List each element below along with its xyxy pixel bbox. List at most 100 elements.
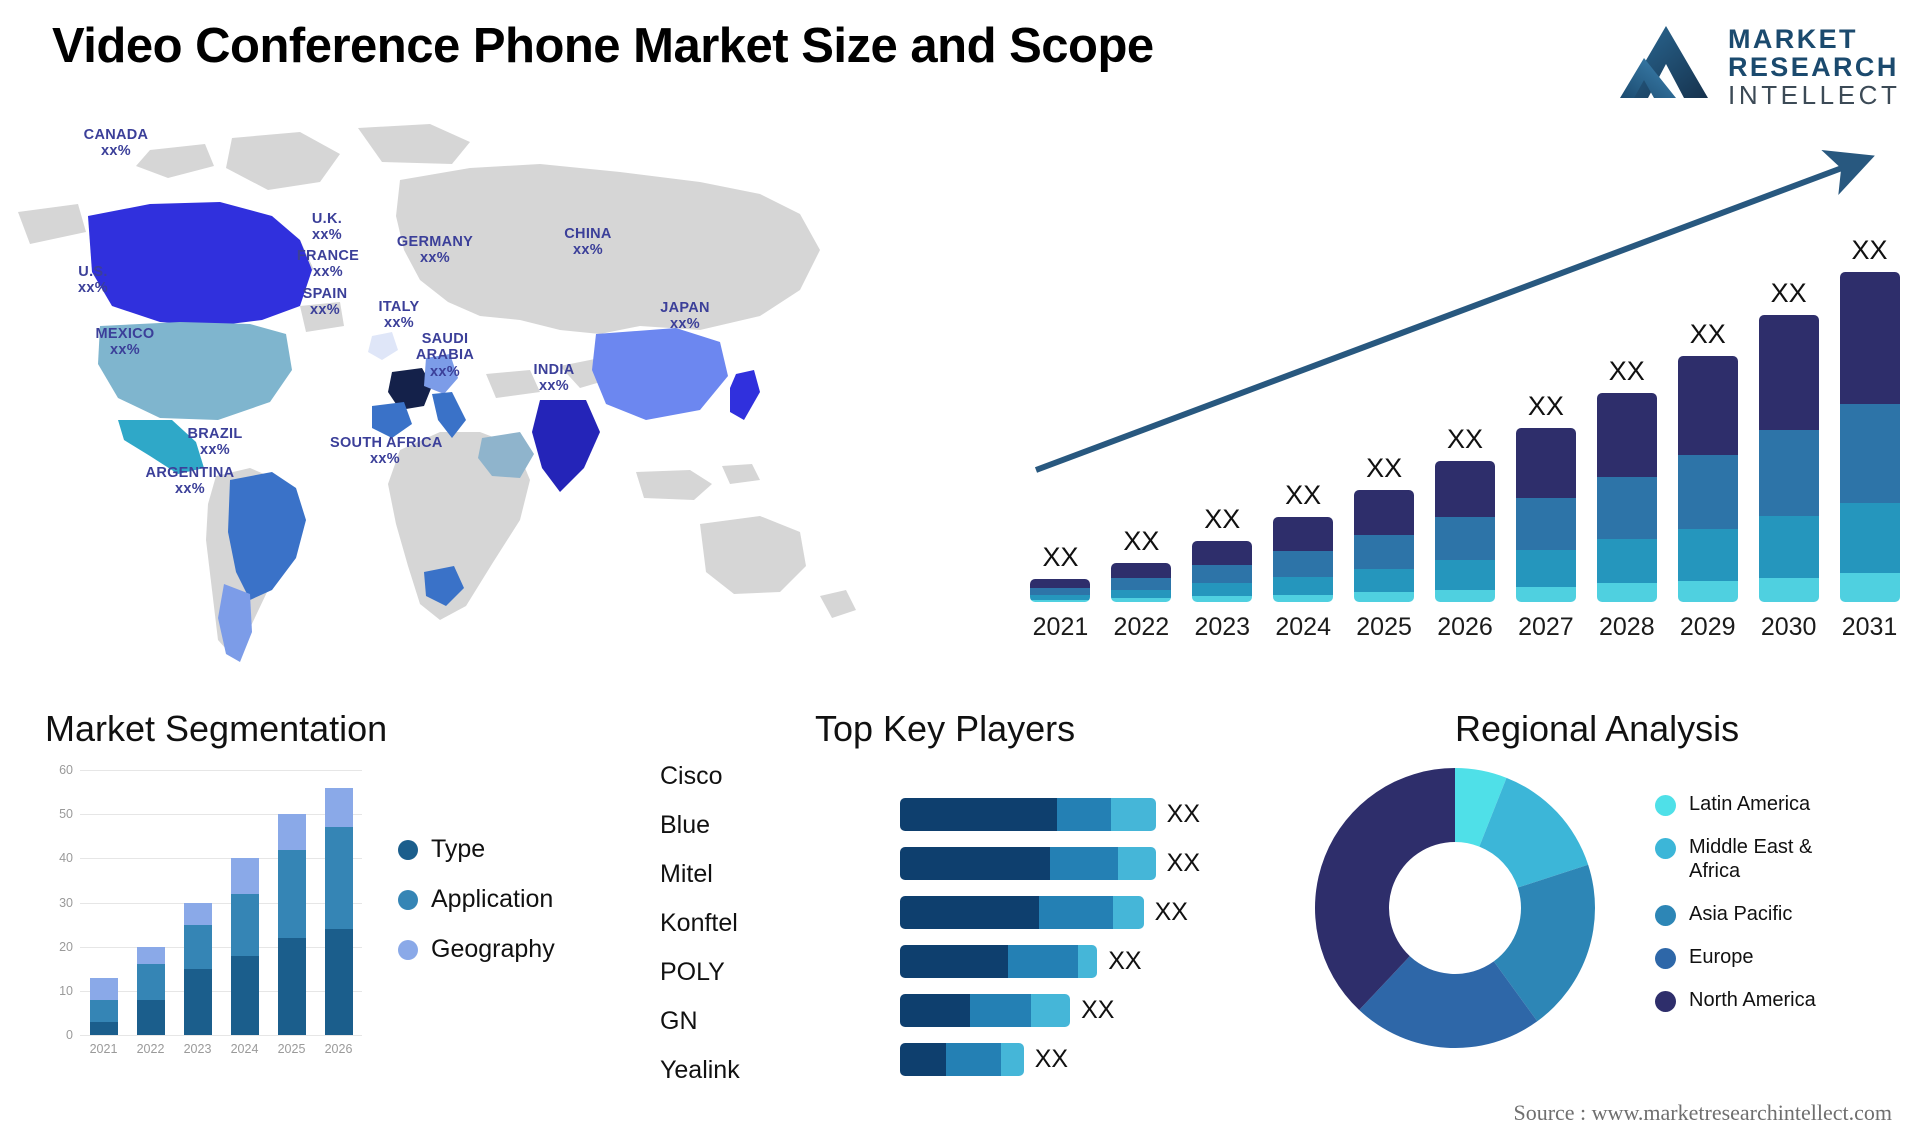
forecast-bar-value-label: XX <box>1285 480 1322 511</box>
key-player-bar-row: XX <box>900 839 1200 888</box>
segmentation-segment-application <box>230 893 259 956</box>
key-player-segment-part-b <box>1056 798 1112 831</box>
forecast-bar <box>1677 355 1738 602</box>
map-label-france: FRANCE xx% <box>296 248 360 281</box>
segmentation-x-tick: 2026 <box>324 1042 353 1056</box>
key-player-bar <box>900 994 1071 1027</box>
bar-segment-segment-1 <box>1111 562 1172 579</box>
legend-label-geography: Geography <box>431 935 555 963</box>
regional-legend-swatch <box>1655 838 1676 859</box>
key-player-bar-row: XX <box>900 986 1200 1035</box>
forecast-bar <box>1839 272 1900 602</box>
segmentation-y-tick: 0 <box>66 1028 73 1042</box>
segmentation-bar <box>89 977 118 1035</box>
segmentation-segment-application <box>89 999 118 1022</box>
forecast-bar-group: XX <box>1596 333 1657 602</box>
logo-line-2: RESEARCH <box>1728 52 1899 82</box>
forecast-bar-group: XX <box>1839 212 1900 602</box>
page-title: Video Conference Phone Market Size and S… <box>52 19 1154 73</box>
regional-legend-item[interactable]: Asia Pacific <box>1655 902 1864 926</box>
key-player-bar-row: XX <box>900 790 1200 839</box>
key-player-segment-part-c <box>1118 847 1156 880</box>
segmentation-bar <box>324 787 353 1035</box>
bar-segment-segment-1 <box>1030 579 1091 589</box>
key-player-name: Konftel <box>660 909 738 937</box>
bar-segment-segment-2 <box>1596 476 1657 540</box>
forecast-bar-value-label: XX <box>1123 525 1160 556</box>
segmentation-segment-application <box>136 964 165 1000</box>
regional-legend-label: North America <box>1689 989 1816 1011</box>
map-label-mexico: MEXICO xx% <box>95 326 155 359</box>
legend-item-application[interactable]: Application <box>398 885 555 914</box>
key-player-value-label: XX <box>1108 947 1142 975</box>
segmentation-bar <box>277 814 306 1035</box>
legend-item-type[interactable]: Type <box>398 835 555 864</box>
bar-segment-segment-2 <box>1354 535 1415 569</box>
top-key-players-name-list: Cisco Blue Mitel Konftel POLY GN Yealink <box>660 752 810 1095</box>
map-label-south-africa: SOUTH AFRICA xx% <box>330 435 443 468</box>
bar-segment-segment-4 <box>1111 597 1172 602</box>
segmentation-gridline <box>80 770 362 771</box>
key-player-bar-row: XX <box>900 937 1200 986</box>
forecast-bar-group: XX <box>1435 401 1495 602</box>
mountain-logo-icon: MARKET RESEARCH INTELLECT <box>1620 24 1901 110</box>
segmentation-segment-type <box>230 955 259 1035</box>
bar-segment-segment-3 <box>1111 589 1172 598</box>
bar-segment-segment-4 <box>1758 577 1819 602</box>
country-italy <box>432 392 466 438</box>
segmentation-legend: Type Application Geography <box>398 835 555 985</box>
segmentation-gridline <box>80 990 362 992</box>
segmentation-segment-type <box>277 937 306 1035</box>
forecast-bar <box>1273 517 1334 602</box>
key-player-segment-part-b <box>969 994 1032 1027</box>
bar-segment-segment-4 <box>1030 599 1091 602</box>
map-label-germany: GERMANY xx% <box>396 234 474 267</box>
forecast-bar <box>1111 562 1172 602</box>
forecast-year-label: 2028 <box>1599 613 1655 641</box>
legend-swatch-application <box>398 889 418 910</box>
segmentation-segment-type <box>324 929 353 1035</box>
segmentation-gridline <box>80 902 362 904</box>
segmentation-gridline <box>80 1035 362 1036</box>
forecast-bar-value-label: XX <box>1446 424 1484 455</box>
regional-legend-item[interactable]: Latin America <box>1655 792 1864 816</box>
bar-segment-segment-4 <box>1839 573 1900 602</box>
regional-legend-item[interactable]: Middle East & Africa <box>1655 835 1864 883</box>
key-player-name: POLY <box>660 958 725 986</box>
segmentation-segment-application <box>183 924 212 969</box>
bar-segment-segment-1 <box>1596 393 1657 477</box>
bar-segment-segment-2 <box>1435 517 1495 560</box>
regional-legend-item[interactable]: Europe <box>1655 945 1864 969</box>
bar-segment-segment-3 <box>1839 503 1900 574</box>
bar-segment-segment-3 <box>1273 576 1334 595</box>
legend-swatch-type <box>398 839 418 860</box>
key-player-value-label: XX <box>1154 898 1188 926</box>
segmentation-bar <box>230 858 259 1035</box>
segmentation-segment-type <box>183 968 212 1035</box>
bar-segment-segment-2 <box>1273 551 1334 577</box>
map-label-us: U.S. xx% <box>78 264 108 297</box>
legend-item-geography[interactable]: Geography <box>398 935 555 964</box>
bar-segment-segment-1 <box>1839 272 1900 404</box>
regional-legend-label: Europe <box>1689 946 1754 968</box>
map-label-saudi-arabia: SAUDI ARABIA xx% <box>415 331 475 380</box>
forecast-bar <box>1435 461 1495 602</box>
bar-segment-segment-3 <box>1435 559 1495 590</box>
bar-segment-segment-4 <box>1354 592 1415 602</box>
key-player-bar <box>900 896 1144 929</box>
regional-legend-label: Latin America <box>1689 793 1811 815</box>
logo-line-3: INTELLECT <box>1728 80 1901 110</box>
regional-legend-item[interactable]: North America <box>1655 988 1864 1012</box>
segmentation-x-tick: 2022 <box>136 1042 165 1056</box>
regional-analysis-donut-chart <box>1315 768 1595 1048</box>
segmentation-segment-application <box>324 827 353 930</box>
segmentation-y-tick: 40 <box>59 851 73 866</box>
bar-segment-segment-4 <box>1515 586 1576 602</box>
regional-analysis-title: Regional Analysis <box>1455 708 1740 749</box>
regional-legend-swatch <box>1655 905 1676 926</box>
segmentation-y-tick: 30 <box>59 895 73 910</box>
forecast-bar-group: XX <box>1273 457 1334 602</box>
key-player-name: Yealink <box>660 1056 740 1084</box>
segmentation-gridline <box>80 814 362 816</box>
bar-segment-segment-1 <box>1435 461 1495 518</box>
